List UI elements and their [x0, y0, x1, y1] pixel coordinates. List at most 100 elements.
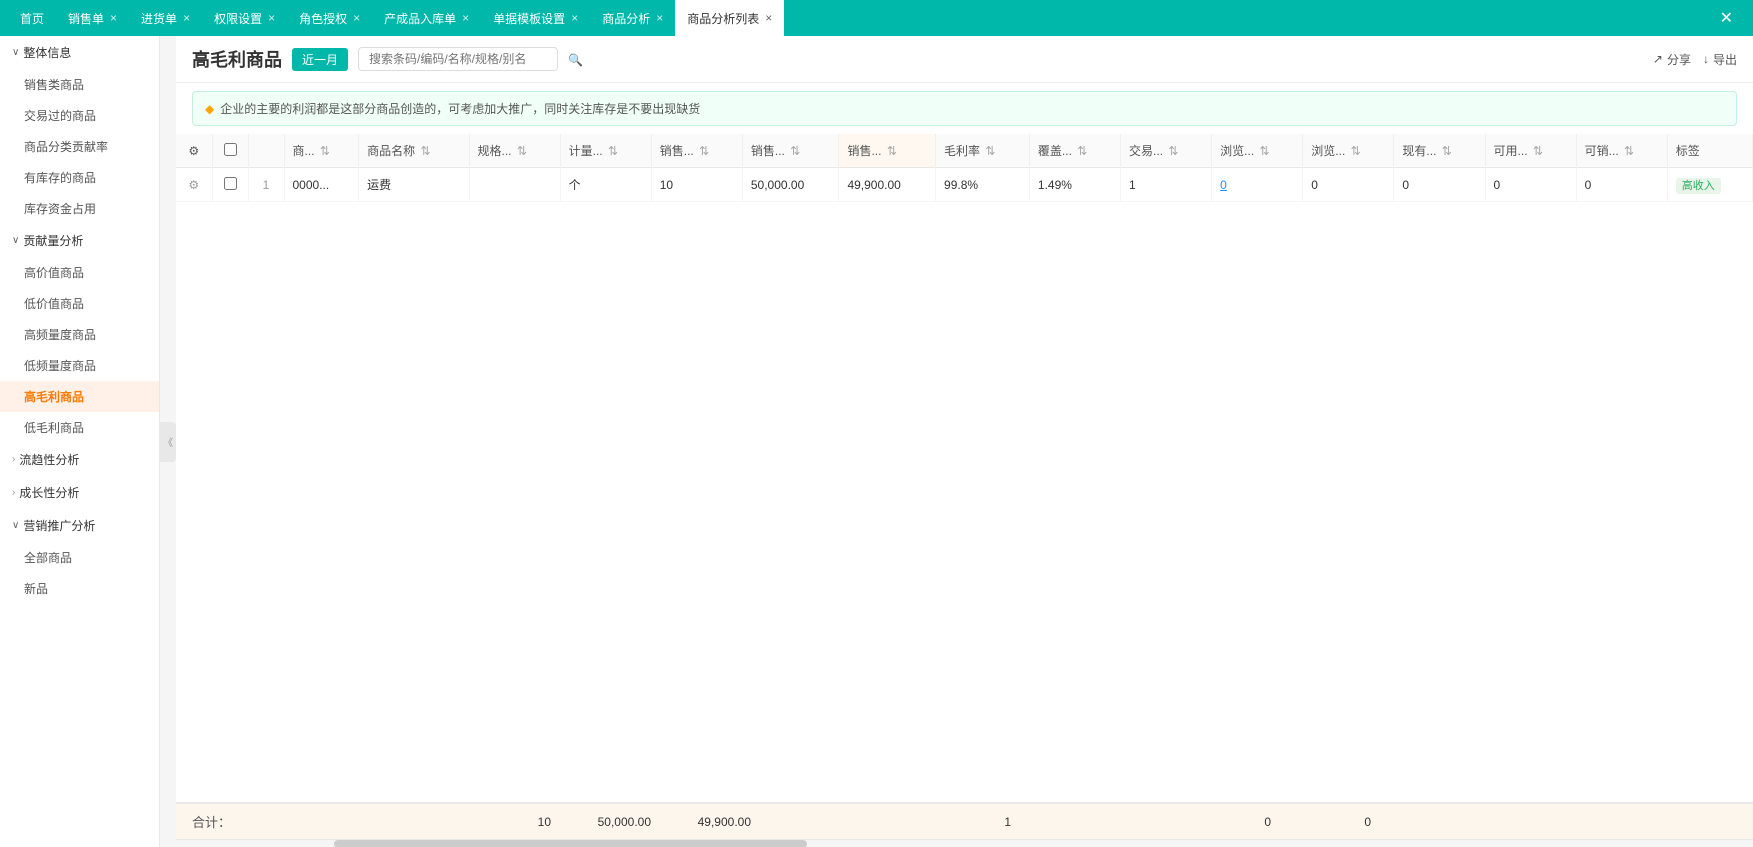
sidebar-item-sales-products[interactable]: 销售类商品	[0, 69, 159, 100]
header-actions: ↗ 分享 ↓ 导出	[1653, 51, 1737, 68]
row-sales-amount: 50,000.00	[742, 168, 839, 202]
col-available2[interactable]: 可用... ⇅	[1485, 134, 1576, 168]
col-name[interactable]: 商品名称 ⇅	[359, 134, 469, 168]
nav-sales[interactable]: 销售单 ×	[56, 0, 129, 36]
row-available2: 0	[1485, 168, 1576, 202]
sidebar-group-trend[interactable]: › 流趋性分析	[0, 443, 159, 476]
top-nav-bar: 首页 销售单 × 进货单 × 权限设置 × 角色授权 × 产成品入库单 × 单据…	[0, 0, 1753, 36]
name-sort-icon: ⇅	[421, 144, 431, 158]
browse2-sort-icon: ⇅	[1351, 144, 1361, 158]
col-sales-qty[interactable]: 销售... ⇅	[651, 134, 742, 168]
nav-home[interactable]: 首页	[8, 0, 56, 36]
col-browse2[interactable]: 浏览... ⇅	[1303, 134, 1394, 168]
col-sales-cost[interactable]: 销售... ⇅	[839, 134, 936, 168]
row-saleable: 0	[1576, 168, 1667, 202]
sidebar-item-new-products[interactable]: 新品	[0, 573, 159, 604]
table-row: ⚙ 1 0000... 运费 个 10 50,000.00 49,900.00	[176, 168, 1753, 202]
row-margin-rate: 99.8%	[936, 168, 1030, 202]
search-button[interactable]: 🔍	[568, 51, 583, 67]
page-title: 高毛利商品	[192, 46, 282, 72]
row-settings[interactable]: ⚙	[176, 168, 212, 202]
col-browse1[interactable]: 浏览... ⇅	[1212, 134, 1303, 168]
sidebar-item-in-stock[interactable]: 有库存的商品	[0, 162, 159, 193]
nav-purchase[interactable]: 进货单 ×	[129, 0, 202, 36]
search-input[interactable]	[358, 47, 558, 71]
spec-sort-icon: ⇅	[517, 144, 527, 158]
sidebar-item-low-value[interactable]: 低价值商品	[0, 288, 159, 319]
nav-product-import[interactable]: 产成品入库单 ×	[372, 0, 481, 36]
col-code[interactable]: 商... ⇅	[284, 134, 359, 168]
footer-transaction: 1	[931, 815, 1011, 829]
nav-template-settings[interactable]: 单据模板设置 ×	[481, 0, 590, 36]
footer-available2: 0	[1291, 815, 1371, 829]
col-transaction[interactable]: 交易... ⇅	[1121, 134, 1212, 168]
unit-sort-icon: ⇅	[608, 144, 618, 158]
close-sales-tab[interactable]: ×	[110, 11, 117, 25]
sidebar-item-high-freq[interactable]: 高频量度商品	[0, 319, 159, 350]
footer-available1: 0	[1191, 815, 1271, 829]
col-spec[interactable]: 规格... ⇅	[469, 134, 560, 168]
close-purchase-tab[interactable]: ×	[183, 11, 190, 25]
col-coverage[interactable]: 覆盖... ⇅	[1029, 134, 1120, 168]
share-button[interactable]: ↗ 分享	[1653, 51, 1691, 68]
row-transaction: 1	[1121, 168, 1212, 202]
footer-sales-qty: 10	[471, 815, 551, 829]
sidebar-item-high-margin[interactable]: 高毛利商品	[0, 381, 159, 412]
nav-product-analysis-list[interactable]: 商品分析列表 ×	[675, 0, 784, 36]
sidebar-item-traded-products[interactable]: 交易过的商品	[0, 100, 159, 131]
main-layout: ∨ 整体信息 销售类商品 交易过的商品 商品分类贡献率 有库存的商品 库存资金占…	[0, 36, 1753, 847]
row-browse2: 0	[1303, 168, 1394, 202]
col-margin-rate[interactable]: 毛利率 ⇅	[936, 134, 1030, 168]
amount-sort-icon: ⇅	[790, 144, 800, 158]
sidebar-group-marketing[interactable]: ∨ 营销推广分析	[0, 509, 159, 542]
row-sales-qty: 10	[651, 168, 742, 202]
export-button[interactable]: ↓ 导出	[1703, 51, 1737, 68]
time-filter-button[interactable]: 近一月	[292, 48, 348, 71]
margin-sort-icon: ⇅	[985, 144, 995, 158]
nav-roles[interactable]: 角色授权 ×	[287, 0, 372, 36]
sidebar-item-high-value[interactable]: 高价值商品	[0, 257, 159, 288]
sidebar-group-growth[interactable]: › 成长性分析	[0, 476, 159, 509]
sidebar-item-all-products[interactable]: 全部商品	[0, 542, 159, 573]
row-checkbox[interactable]	[212, 168, 248, 202]
col-tag[interactable]: 标签	[1667, 134, 1752, 168]
col-saleable[interactable]: 可销... ⇅	[1576, 134, 1667, 168]
close-analysis-tab[interactable]: ×	[656, 11, 663, 25]
col-checkbox[interactable]	[212, 134, 248, 168]
row-browse1[interactable]: 0	[1212, 168, 1303, 202]
sidebar-item-low-freq[interactable]: 低频量度商品	[0, 350, 159, 381]
close-analysis-list-tab[interactable]: ×	[765, 11, 772, 25]
nav-auth-settings[interactable]: 权限设置 ×	[202, 0, 287, 36]
share-icon: ↗	[1653, 52, 1663, 66]
nav-product-analysis[interactable]: 商品分析 ×	[590, 0, 675, 36]
growth-arrow-icon: ›	[12, 487, 15, 498]
sidebar-item-stock-capital[interactable]: 库存资金占用	[0, 193, 159, 224]
sidebar-group-finance[interactable]: ∨ 贡献量分析	[0, 224, 159, 257]
col-sales-amount[interactable]: 销售... ⇅	[742, 134, 839, 168]
row-select-checkbox[interactable]	[224, 177, 237, 190]
row-spec	[469, 168, 560, 202]
col-available1[interactable]: 现有... ⇅	[1394, 134, 1485, 168]
row-sales-cost: 49,900.00	[839, 168, 936, 202]
settings-icon: ⚙	[188, 144, 199, 158]
qty-sort-icon: ⇅	[699, 144, 709, 158]
data-table-container[interactable]: ⚙ 商... ⇅ 商品名称	[176, 134, 1753, 802]
close-auth-tab[interactable]: ×	[268, 11, 275, 25]
row-coverage: 1.49%	[1029, 168, 1120, 202]
col-unit[interactable]: 计量... ⇅	[560, 134, 651, 168]
sidebar-collapse-button[interactable]: 《	[160, 422, 176, 462]
browse1-sort-icon: ⇅	[1260, 144, 1270, 158]
close-product-import-tab[interactable]: ×	[462, 11, 469, 25]
close-roles-tab[interactable]: ×	[353, 11, 360, 25]
window-close-button[interactable]: ✕	[1708, 8, 1745, 28]
sidebar-item-low-margin[interactable]: 低毛利商品	[0, 412, 159, 443]
horizontal-scrollbar[interactable]	[176, 839, 1753, 847]
sidebar-item-contribution-rate[interactable]: 商品分类贡献率	[0, 131, 159, 162]
saleable-sort-icon: ⇅	[1624, 144, 1634, 158]
select-all-checkbox[interactable]	[224, 143, 237, 156]
search-icon: 🔍	[568, 53, 583, 67]
coverage-sort-icon: ⇅	[1077, 144, 1087, 158]
col-settings[interactable]: ⚙	[176, 134, 212, 168]
close-template-tab[interactable]: ×	[571, 11, 578, 25]
sidebar-group-overall[interactable]: ∨ 整体信息	[0, 36, 159, 69]
